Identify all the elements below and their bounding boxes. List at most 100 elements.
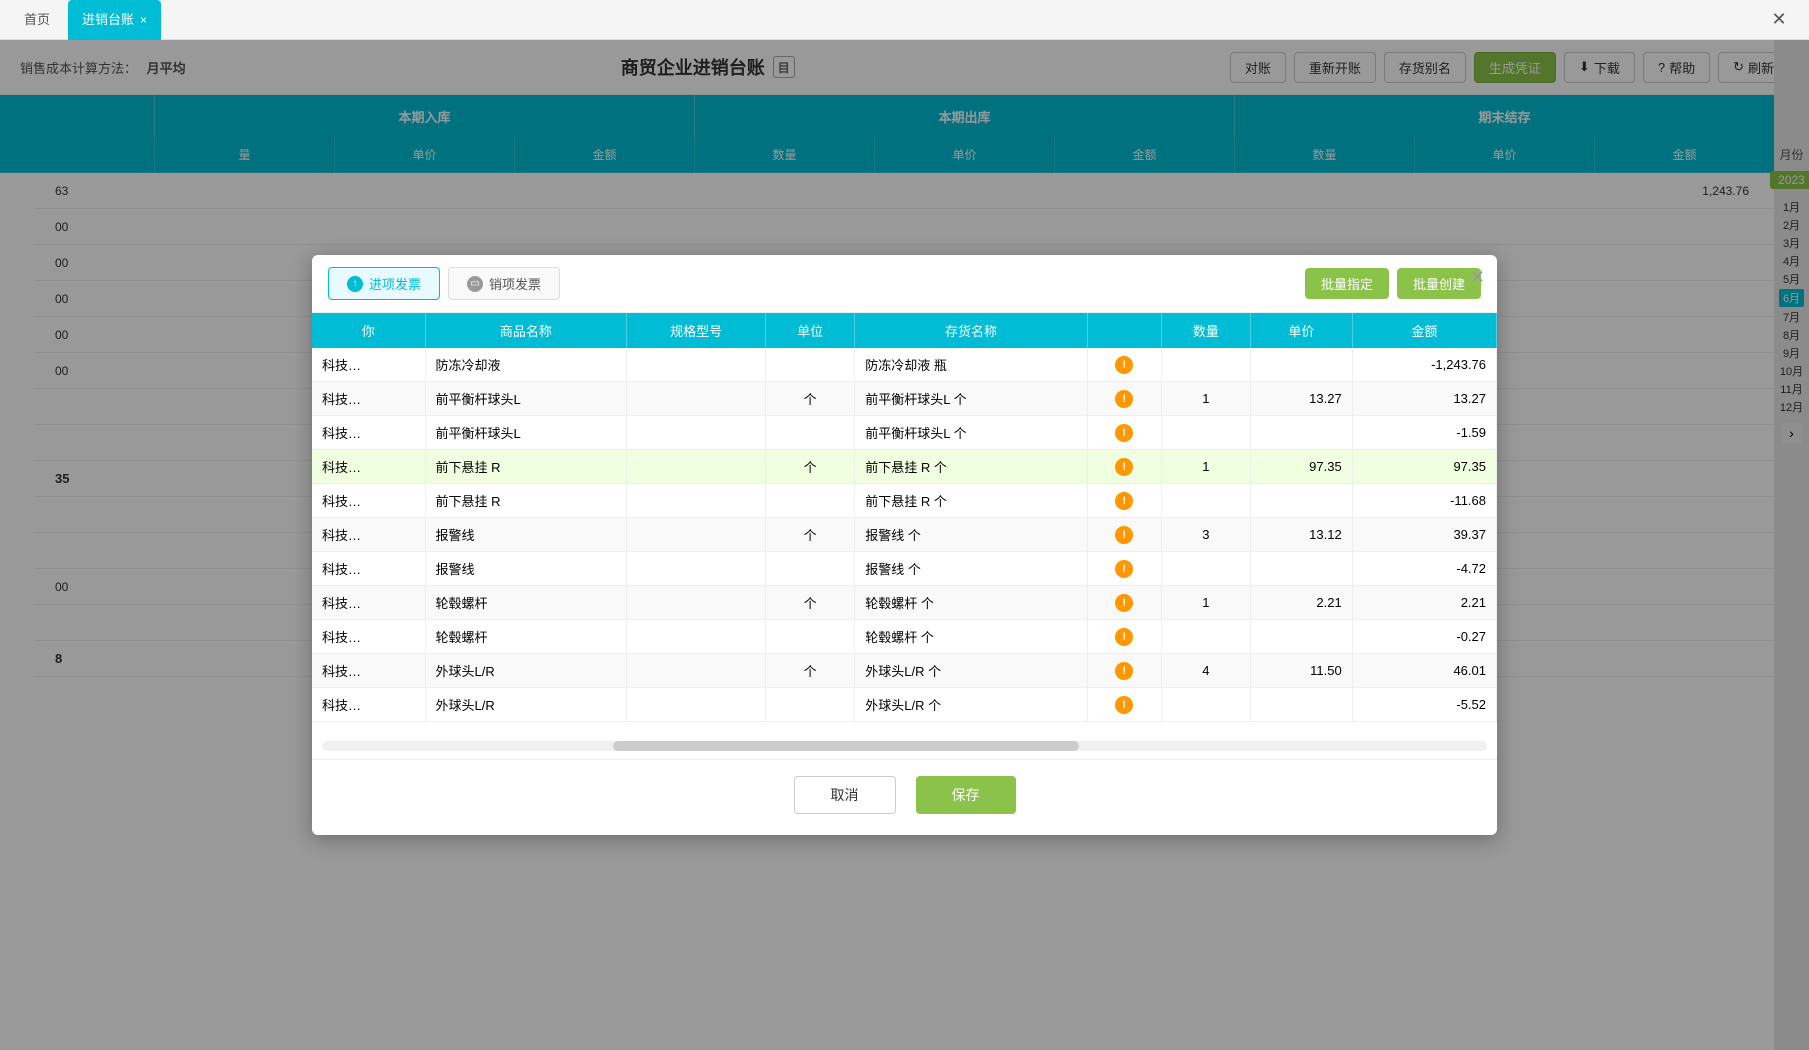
home-tab[interactable]: 首页: [10, 0, 64, 40]
warning-icon[interactable]: !: [1115, 662, 1133, 680]
warning-icon[interactable]: !: [1115, 560, 1133, 578]
cell-qty: [1161, 484, 1250, 518]
cell-qty: 1: [1161, 586, 1250, 620]
cell-spec: [627, 484, 766, 518]
col-header-amount: 金额: [1352, 313, 1496, 348]
cell-warning: !: [1087, 688, 1161, 722]
cell-unit: [765, 620, 854, 654]
cell-price: [1251, 688, 1353, 722]
ledger-tab-label: 进销台账: [82, 0, 134, 40]
window-close-button[interactable]: ✕: [1759, 0, 1799, 40]
cell-inventory-name: 前下悬挂 R 个: [855, 484, 1087, 518]
modal-header-btns: 批量指定 批量创建: [1305, 268, 1481, 299]
cell-warning: !: [1087, 552, 1161, 586]
warning-icon[interactable]: !: [1115, 356, 1133, 374]
warning-icon[interactable]: !: [1115, 458, 1133, 476]
cell-qty: [1161, 348, 1250, 382]
cell-product-name: 轮毂螺杆: [425, 620, 627, 654]
cell-unit: 个: [765, 518, 854, 552]
batch-create-button[interactable]: 批量创建: [1397, 268, 1481, 299]
cell-inventory-name: 防冻冷却液 瓶: [855, 348, 1087, 382]
cell-price: [1251, 484, 1353, 518]
cell-inventory-name: 外球头L/R 个: [855, 688, 1087, 722]
cell-unit: 个: [765, 586, 854, 620]
cell-inventory-name: 前下悬挂 R 个: [855, 450, 1087, 484]
col-header-supplier: 你: [312, 313, 425, 348]
col-header-product-name: 商品名称: [425, 313, 627, 348]
table-row: 科技…轮毂螺杆轮毂螺杆 个!-0.27: [312, 620, 1497, 654]
cell-inventory-name: 轮毂螺杆 个: [855, 620, 1087, 654]
cell-unit: [765, 416, 854, 450]
cell-supplier: 科技…: [312, 382, 425, 416]
cell-unit: [765, 484, 854, 518]
cell-warning: !: [1087, 416, 1161, 450]
warning-icon[interactable]: !: [1115, 526, 1133, 544]
cell-product-name: 报警线: [425, 552, 627, 586]
ledger-tab-close[interactable]: ×: [140, 0, 147, 40]
cell-spec: [627, 382, 766, 416]
tab-incoming-invoice[interactable]: ↑ 进项发票: [328, 267, 440, 300]
cell-spec: [627, 552, 766, 586]
modal-footer: 取消 保存: [312, 759, 1497, 830]
batch-assign-button[interactable]: 批量指定: [1305, 268, 1389, 299]
cell-qty: 1: [1161, 450, 1250, 484]
modal-header: ↑ 进项发票 ▭ 销项发票 批量指定 批量创建 ✕: [312, 255, 1497, 313]
cell-spec: [627, 416, 766, 450]
table-row: 科技…轮毂螺杆个轮毂螺杆 个!12.212.21: [312, 586, 1497, 620]
cell-price: [1251, 620, 1353, 654]
warning-icon[interactable]: !: [1115, 594, 1133, 612]
cell-price: [1251, 552, 1353, 586]
cell-amount: 13.27: [1352, 382, 1496, 416]
cell-product-name: 前下悬挂 R: [425, 484, 627, 518]
cell-spec: [627, 518, 766, 552]
warning-icon[interactable]: !: [1115, 492, 1133, 510]
cell-price: 13.12: [1251, 518, 1353, 552]
scroll-bar[interactable]: [322, 741, 1487, 751]
cell-amount: 97.35: [1352, 450, 1496, 484]
cell-warning: !: [1087, 518, 1161, 552]
modal-close-button[interactable]: ✕: [1470, 267, 1485, 288]
cell-spec: [627, 654, 766, 688]
cell-inventory-name: 轮毂螺杆 个: [855, 586, 1087, 620]
cell-amount: -1,243.76: [1352, 348, 1496, 382]
cell-warning: !: [1087, 450, 1161, 484]
table-row: 科技…前下悬挂 R前下悬挂 R 个!-11.68: [312, 484, 1497, 518]
cell-spec: [627, 688, 766, 722]
table-row: 科技…前平衡杆球头L前平衡杆球头L 个!-1.59: [312, 416, 1497, 450]
col-header-unit: 单位: [765, 313, 854, 348]
col-header-warning: [1087, 313, 1161, 348]
cell-supplier: 科技…: [312, 552, 425, 586]
cell-unit: 个: [765, 382, 854, 416]
cell-spec: [627, 348, 766, 382]
warning-icon[interactable]: !: [1115, 628, 1133, 646]
warning-icon[interactable]: !: [1115, 424, 1133, 442]
cell-supplier: 科技…: [312, 688, 425, 722]
cell-spec: [627, 586, 766, 620]
cell-unit: [765, 348, 854, 382]
cell-warning: !: [1087, 382, 1161, 416]
warning-icon[interactable]: !: [1115, 696, 1133, 714]
cell-product-name: 前下悬挂 R: [425, 450, 627, 484]
scroll-thumb: [613, 741, 1079, 751]
cell-unit: 个: [765, 654, 854, 688]
cell-supplier: 科技…: [312, 450, 425, 484]
col-header-price: 单价: [1251, 313, 1353, 348]
cell-product-name: 前平衡杆球头L: [425, 416, 627, 450]
cell-warning: !: [1087, 348, 1161, 382]
warning-icon[interactable]: !: [1115, 390, 1133, 408]
cell-qty: 1: [1161, 382, 1250, 416]
cell-amount: -1.59: [1352, 416, 1496, 450]
table-row: 科技…报警线报警线 个!-4.72: [312, 552, 1497, 586]
cell-amount: 39.37: [1352, 518, 1496, 552]
col-header-spec: 规格型号: [627, 313, 766, 348]
table-row: 科技…防冻冷却液防冻冷却液 瓶!-1,243.76: [312, 348, 1497, 382]
save-button[interactable]: 保存: [916, 776, 1016, 814]
cell-qty: 4: [1161, 654, 1250, 688]
cell-spec: [627, 620, 766, 654]
cell-supplier: 科技…: [312, 518, 425, 552]
ledger-tab[interactable]: 进销台账 ×: [68, 0, 161, 40]
cancel-button[interactable]: 取消: [794, 776, 896, 814]
cell-warning: !: [1087, 654, 1161, 688]
tab-outgoing-invoice[interactable]: ▭ 销项发票: [448, 267, 560, 300]
outgoing-invoice-icon: ▭: [467, 276, 483, 292]
